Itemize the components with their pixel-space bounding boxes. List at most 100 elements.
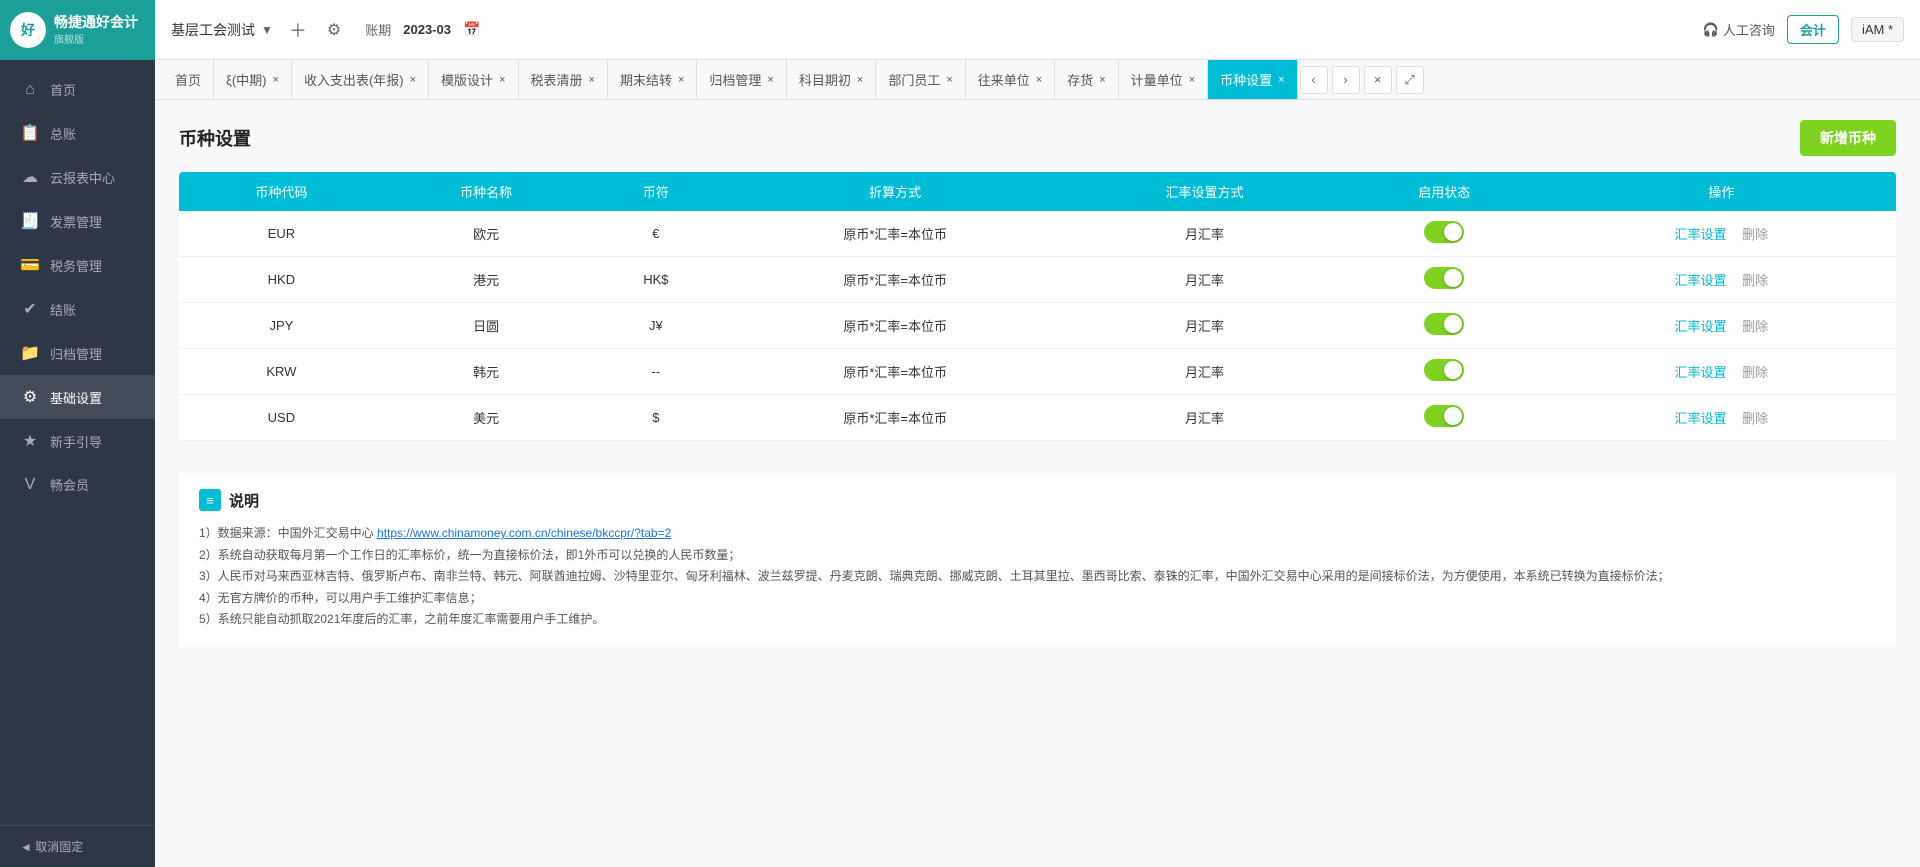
tab-income-close[interactable]: × <box>410 74 416 86</box>
tab-currency-close[interactable]: × <box>1278 74 1284 86</box>
sidebar-item-label-member: 畅会员 <box>50 475 89 494</box>
sidebar-footer-pin[interactable]: ◄ 取消固定 <box>0 825 155 867</box>
cell-symbol-4: $ <box>589 395 724 441</box>
tab-template-close[interactable]: × <box>499 74 505 86</box>
sidebar-item-ledger[interactable]: 📋 总账 <box>0 111 155 155</box>
toggle-1[interactable] <box>1424 267 1464 289</box>
tab-expand-button[interactable]: ⤢ <box>1396 66 1424 94</box>
sidebar-item-guide[interactable]: ★ 新手引导 <box>0 419 155 463</box>
tab-subjects[interactable]: 科目期初 × <box>787 60 876 100</box>
th-symbol: 币符 <box>589 172 724 211</box>
sidebar-item-archive[interactable]: 📁 归档管理 <box>0 331 155 375</box>
tab-stock[interactable]: 存货 × <box>1055 60 1118 100</box>
period-value: 2023-03 <box>403 22 451 37</box>
new-currency-button[interactable]: 新增币种 <box>1800 120 1896 156</box>
table-header-row: 币种代码 币种名称 币符 折算方式 汇率设置方式 启用状态 操作 <box>179 172 1896 211</box>
cell-name-3: 韩元 <box>384 349 589 395</box>
sidebar-item-basic[interactable]: ⚙ 基础设置 <box>0 375 155 419</box>
delete-link-1[interactable]: 删除 <box>1742 273 1768 288</box>
sidebar-item-tax[interactable]: 💳 税务管理 <box>0 243 155 287</box>
settings-icon[interactable]: ⚙ <box>323 16 345 44</box>
sidebar-item-label-ledger: 总账 <box>50 124 76 143</box>
cell-toggle-1[interactable] <box>1342 257 1547 303</box>
tab-period-close[interactable]: × <box>273 74 279 86</box>
tab-dept-close[interactable]: × <box>946 74 952 86</box>
workspace-selector[interactable]: 基层工会测试 ▼ <box>171 20 273 40</box>
tab-tax[interactable]: 税表清册 × <box>519 60 608 100</box>
rate-setting-link-0[interactable]: 汇率设置 <box>1675 227 1727 242</box>
tab-stock-close[interactable]: × <box>1099 74 1105 86</box>
sidebar-item-reports[interactable]: ☁ 云报表中心 <box>0 155 155 199</box>
rate-setting-link-4[interactable]: 汇率设置 <box>1675 411 1727 426</box>
sidebar-item-checkout[interactable]: ✔ 结账 <box>0 287 155 331</box>
tab-period[interactable]: ξ(中期) × <box>214 60 292 100</box>
cell-toggle-2[interactable] <box>1342 303 1547 349</box>
tab-period-end-close[interactable]: × <box>678 74 684 86</box>
tab-template[interactable]: 模版设计 × <box>429 60 518 100</box>
cell-name-1: 港元 <box>384 257 589 303</box>
toggle-4[interactable] <box>1424 405 1464 427</box>
user-badge[interactable]: iAM * <box>1851 17 1904 42</box>
tab-tax-label: 税表清册 <box>531 70 583 89</box>
tab-prev-button[interactable]: ‹ <box>1300 66 1328 94</box>
cell-action-3: 汇率设置 删除 <box>1547 349 1896 395</box>
tab-measure-close[interactable]: × <box>1189 74 1195 86</box>
tab-subjects-close[interactable]: × <box>857 74 863 86</box>
help-button[interactable]: 🎧 人工咨询 <box>1703 20 1775 39</box>
tab-units[interactable]: 往来单位 × <box>966 60 1055 100</box>
sidebar-item-label-checkout: 结账 <box>50 300 76 319</box>
rate-setting-link-1[interactable]: 汇率设置 <box>1675 273 1727 288</box>
cell-toggle-0[interactable] <box>1342 211 1547 257</box>
tab-measure-label: 计量单位 <box>1131 70 1183 89</box>
toggle-0[interactable] <box>1424 221 1464 243</box>
rate-setting-link-2[interactable]: 汇率设置 <box>1675 319 1727 334</box>
sidebar-item-invoice[interactable]: 🧾 发票管理 <box>0 199 155 243</box>
basic-icon: ⚙ <box>20 387 40 407</box>
tab-income[interactable]: 收入支出表(年报) × <box>292 60 429 100</box>
cell-symbol-1: HK$ <box>589 257 724 303</box>
tab-units-close[interactable]: × <box>1036 74 1042 86</box>
cell-code-3: KRW <box>179 349 384 395</box>
delete-link-4[interactable]: 删除 <box>1742 411 1768 426</box>
delete-link-2[interactable]: 删除 <box>1742 319 1768 334</box>
notes-title-text: 说明 <box>229 490 259 511</box>
tab-dept[interactable]: 部门员工 × <box>876 60 965 100</box>
delete-link-3[interactable]: 删除 <box>1742 365 1768 380</box>
account-type-button[interactable]: 会计 <box>1787 15 1839 44</box>
tab-period-end[interactable]: 期末结转 × <box>608 60 697 100</box>
tab-measure[interactable]: 计量单位 × <box>1119 60 1208 100</box>
add-workspace-button[interactable]: ＋ <box>285 13 311 47</box>
tab-archive[interactable]: 归档管理 × <box>697 60 786 100</box>
tab-home[interactable]: 首页 <box>163 60 214 100</box>
toggle-3[interactable] <box>1424 359 1464 381</box>
delete-link-0[interactable]: 删除 <box>1742 227 1768 242</box>
page-header: 币种设置 新增币种 <box>179 120 1896 156</box>
tab-close-all-button[interactable]: × <box>1364 66 1392 94</box>
cell-toggle-4[interactable] <box>1342 395 1547 441</box>
tab-stock-label: 存货 <box>1067 70 1093 89</box>
cell-symbol-2: J¥ <box>589 303 724 349</box>
table-row: JPY 日圆 J¥ 原币*汇率=本位币 月汇率 汇率设置 删除 <box>179 303 1896 349</box>
th-name: 币种名称 <box>384 172 589 211</box>
toggle-track-1 <box>1424 267 1464 289</box>
workspace-dropdown-icon: ▼ <box>261 23 273 37</box>
tab-archive-close[interactable]: × <box>767 74 773 86</box>
toggle-2[interactable] <box>1424 313 1464 335</box>
tab-currency[interactable]: 币种设置 × <box>1208 60 1297 100</box>
tab-next-button[interactable]: › <box>1332 66 1360 94</box>
tab-tax-close[interactable]: × <box>589 74 595 86</box>
cell-toggle-3[interactable] <box>1342 349 1547 395</box>
workspace-name: 基层工会测试 <box>171 20 255 40</box>
rate-setting-link-3[interactable]: 汇率设置 <box>1675 365 1727 380</box>
table-row: KRW 韩元 -- 原币*汇率=本位币 月汇率 汇率设置 删除 <box>179 349 1896 395</box>
cell-name-2: 日圆 <box>384 303 589 349</box>
calendar-icon[interactable]: 📅 <box>463 21 480 38</box>
notes-link[interactable]: https://www.chinamoney.com.cn/chinese/bk… <box>377 526 671 540</box>
toggle-thumb-4 <box>1444 407 1462 425</box>
sidebar-item-member[interactable]: V 畅会员 <box>0 463 155 506</box>
cell-symbol-0: € <box>589 211 724 257</box>
cell-action-0: 汇率设置 删除 <box>1547 211 1896 257</box>
th-status: 启用状态 <box>1342 172 1547 211</box>
sidebar-item-home[interactable]: ⌂ 首页 <box>0 68 155 111</box>
topbar-right: 🎧 人工咨询 会计 iAM * <box>1703 15 1904 44</box>
